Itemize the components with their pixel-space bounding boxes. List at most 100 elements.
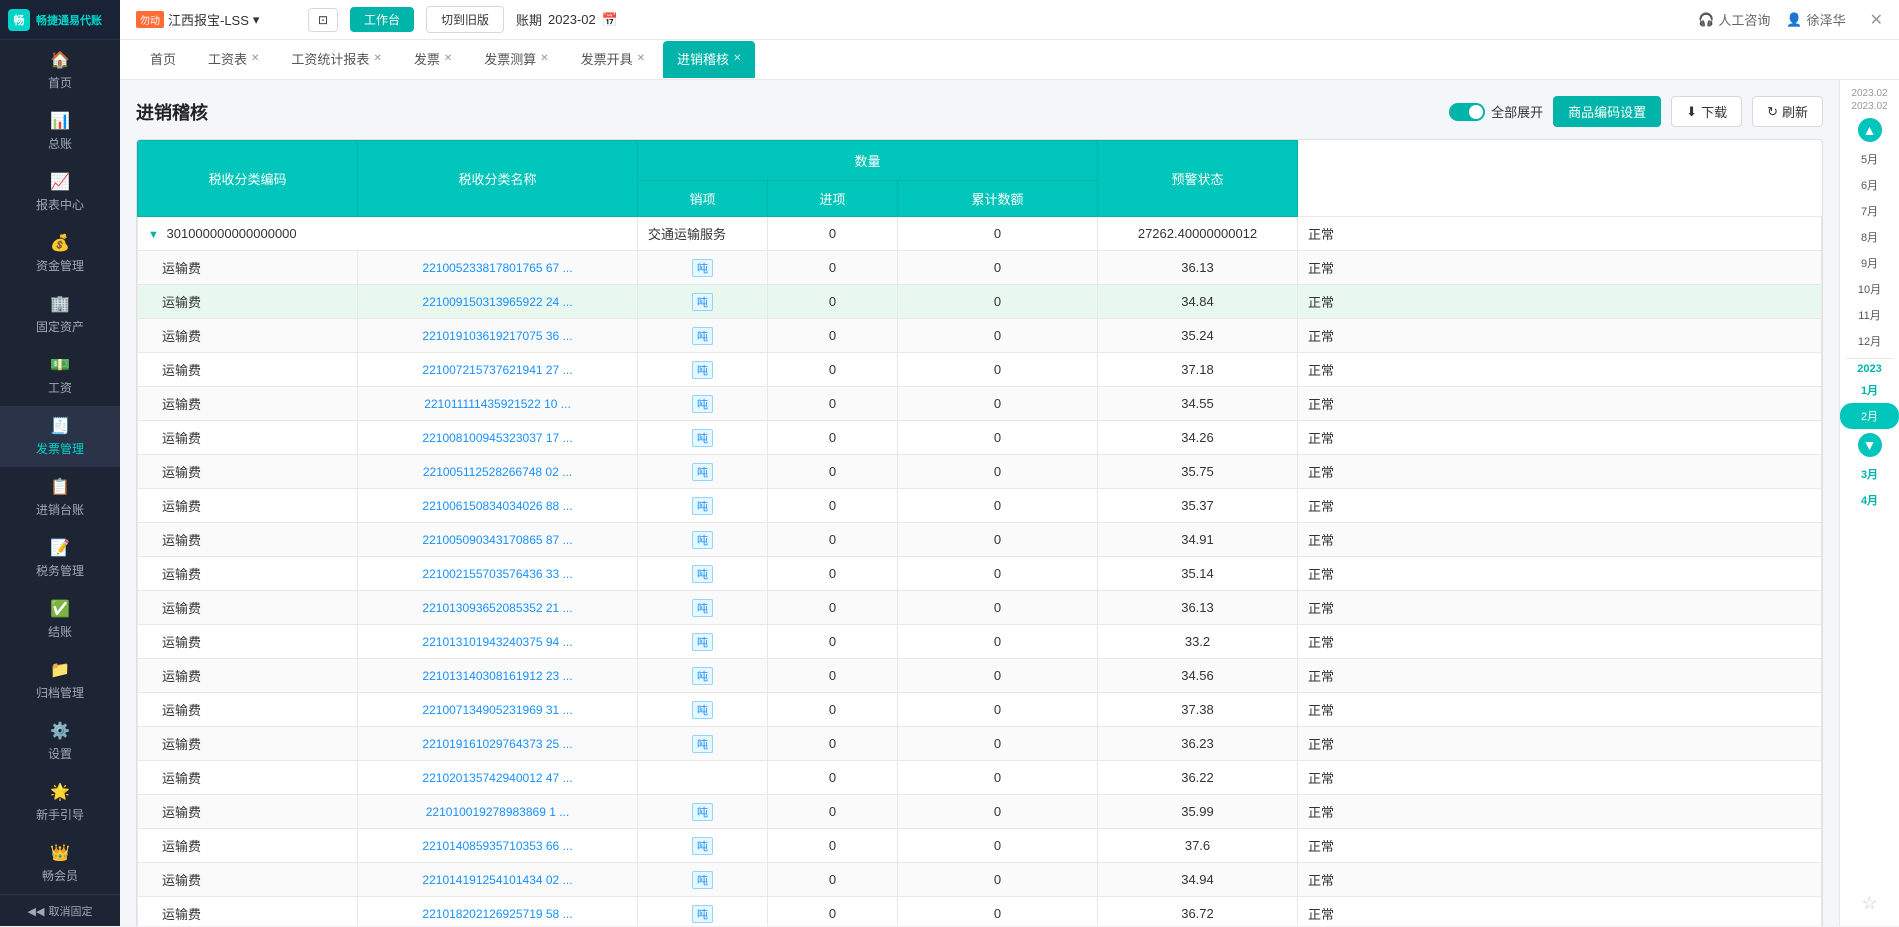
favorite-icon[interactable]: ☆ [1861,893,1877,914]
sidebar-item-invoice[interactable]: 🧾 发票管理 [0,406,120,467]
sidebar-item-archive[interactable]: 📁 归档管理 [0,650,120,711]
table-row[interactable]: 运输费 221007215737621941 27 ... 吨 0 0 37.1… [138,353,1822,387]
table-row[interactable]: 运输费 221006150834034026 88 ... 吨 0 0 35.3… [138,489,1822,523]
status-cell: 正常 [1298,693,1822,727]
table-row[interactable]: 运输费 221002155703576436 33 ... 吨 0 0 35.1… [138,557,1822,591]
tab-reconcile[interactable]: 进销稽核 ✕ [663,41,755,78]
tag-cell: 吨 [638,319,768,353]
table-row[interactable]: 运输费 221008100945323037 17 ... 吨 0 0 34.2… [138,421,1822,455]
toggle-track[interactable] [1449,103,1485,121]
right-panel-month-7[interactable]: 7月 [1840,198,1899,224]
tab-invoice[interactable]: 发票 ✕ [400,41,466,78]
table-row[interactable]: 运输费 221019103619217075 36 ... 吨 0 0 35.2… [138,319,1822,353]
row-name-cell: 运输费 [138,659,358,693]
right-panel-month-5[interactable]: 5月 [1840,146,1899,172]
right-panel-month-6[interactable]: 6月 [1840,172,1899,198]
status-cell: 正常 [1298,557,1822,591]
service-button[interactable]: 🎧 人工咨询 [1698,10,1770,29]
sale-cell: 0 [768,387,898,421]
col-header-tax-name: 税收分类名称 [358,141,638,217]
right-panel-month-10[interactable]: 10月 [1840,276,1899,302]
right-panel-month-9[interactable]: 9月 [1840,250,1899,276]
user-menu[interactable]: 👤 徐泽华 [1786,10,1845,29]
sidebar-item-setting[interactable]: ⚙️ 设置 [0,711,120,772]
right-panel-month-11[interactable]: 11月 [1840,302,1899,328]
tag-cell: 吨 [638,557,768,591]
right-panel-month-1[interactable]: 1月 [1840,377,1899,403]
row-name-cell: 运输费 [138,455,358,489]
tab-salary-report[interactable]: 工资统计报表 ✕ [277,41,395,78]
tab-salary-report-close[interactable]: ✕ [373,53,381,64]
copy-button[interactable]: ⊡ [308,8,338,32]
sale-cell: 0 [768,489,898,523]
table-row[interactable]: 运输费 221013101943240375 94 ... 吨 0 0 33.2… [138,625,1822,659]
tab-reconcile-close[interactable]: ✕ [733,53,741,64]
table-row[interactable]: ▼ 301000000000000000 交通运输服务 0 0 27262.40… [138,217,1822,251]
table-row[interactable]: 运输费 221019161029764373 25 ... 吨 0 0 36.2… [138,727,1822,761]
purchase-cell: 0 [898,591,1098,625]
right-panel-down-nav[interactable]: ▼ [1858,433,1882,457]
table-row[interactable]: 运输费 221010019278983869 1 ... 吨 0 0 35.99… [138,795,1822,829]
workbench-button[interactable]: 工作台 [350,7,414,32]
tab-invoice-calc[interactable]: 发票测算 ✕ [470,41,562,78]
cumulative-cell: 36.13 [1098,591,1298,625]
cumulative-cell: 36.72 [1098,897,1298,927]
refresh-button[interactable]: ↻ 刷新 [1752,96,1823,127]
table-row[interactable]: 运输费 221009150313965922 24 ... 吨 0 0 34.8… [138,285,1822,319]
sidebar-item-settle[interactable]: ✅ 结账 [0,589,120,650]
table-row[interactable]: 运输费 221013093652085352 21 ... 吨 0 0 36.1… [138,591,1822,625]
table-row[interactable]: 运输费 221018202126925719 58 ... 吨 0 0 36.7… [138,897,1822,927]
sidebar-item-asset[interactable]: 🏢 固定资产 [0,284,120,345]
sidebar-item-home[interactable]: 🏠 首页 [0,40,120,101]
settings-button[interactable]: 商品编码设置 [1553,96,1661,127]
download-button[interactable]: ⬇ 下载 [1671,96,1742,127]
table-row[interactable]: 运输费 221014191254101434 02 ... 吨 0 0 34.9… [138,863,1822,897]
tab-home-label: 首页 [150,49,176,68]
sidebar-item-guide[interactable]: 🌟 新手引导 [0,772,120,833]
table-row[interactable]: 运输费 221005090343170865 87 ... 吨 0 0 34.9… [138,523,1822,557]
table-row[interactable]: 运输费 221005112528266748 02 ... 吨 0 0 35.7… [138,455,1822,489]
expand-toggle[interactable]: 全部展开 [1449,102,1543,121]
tab-invoice-calc-close[interactable]: ✕ [540,53,548,64]
sale-cell: 0 [768,897,898,927]
sidebar-item-ledger[interactable]: 📊 总账 [0,101,120,162]
table-row[interactable]: 运输费 221014085935710353 66 ... 吨 0 0 37.6… [138,829,1822,863]
sidebar-item-salary[interactable]: 💵 工资 [0,345,120,406]
tab-invoice-open[interactable]: 发票开具 ✕ [567,41,659,78]
right-panel-month-12[interactable]: 12月 [1840,328,1899,354]
table-row[interactable]: 运输费 221020135742940012 47 ... 0 0 36.22 … [138,761,1822,795]
sidebar-item-fund[interactable]: 💰 资金管理 [0,223,120,284]
tab-invoice-close[interactable]: ✕ [444,53,452,64]
period-selector[interactable]: 账期 2023-02 📅 [516,10,618,29]
right-panel-month-4[interactable]: 4月 [1840,487,1899,513]
table-row[interactable]: 运输费 221013140308161912 23 ... 吨 0 0 34.5… [138,659,1822,693]
switch-version-button[interactable]: 切到旧版 [426,6,504,33]
sidebar-item-trade[interactable]: 📋 进销台账 [0,467,120,528]
tab-invoice-open-close[interactable]: ✕ [637,53,645,64]
close-button[interactable]: ✕ [1870,10,1883,30]
sidebar-item-tax[interactable]: 📝 税务管理 [0,528,120,589]
right-panel-up-nav[interactable]: ▲ [1858,118,1882,142]
col-header-tax-code: 税收分类编码 [138,141,358,217]
company-selector[interactable]: 勿动 江西报宝-LSS ▾ [136,10,296,29]
right-panel-month-2[interactable]: 2月 [1840,403,1899,429]
sale-cell: 0 [768,217,898,251]
table-row[interactable]: 运输费 221011111435921522 10 ... 吨 0 0 34.5… [138,387,1822,421]
tab-home[interactable]: 首页 [136,41,190,78]
sidebar-item-report[interactable]: 📈 报表中心 [0,162,120,223]
right-panel-month-3[interactable]: 3月 [1840,461,1899,487]
tab-salary-table-close[interactable]: ✕ [251,53,259,64]
row-name-cell: 运输费 [138,829,358,863]
refresh-label: 刷新 [1782,102,1808,121]
tab-salary-table[interactable]: 工资表 ✕ [194,41,273,78]
table-row[interactable]: 运输费 221005233817801765 67 ... 吨 0 0 36.1… [138,251,1822,285]
tab-salary-report-label: 工资统计报表 [291,49,369,68]
right-panel-month-8[interactable]: 8月 [1840,224,1899,250]
table-row[interactable]: 运输费 221007134905231969 31 ... 吨 0 0 37.3… [138,693,1822,727]
sidebar-item-member[interactable]: 👑 畅会员 [0,833,120,894]
unpin-button[interactable]: ◀◀ 取消固定 [0,894,120,927]
invoice-no-cell: 221020135742940012 47 ... [358,761,638,795]
copy-icon: ⊡ [318,13,328,27]
status-cell: 正常 [1298,319,1822,353]
topbar: 勿动 江西报宝-LSS ▾ ⊡ 工作台 切到旧版 账期 2023-02 📅 🎧 … [120,0,1899,40]
